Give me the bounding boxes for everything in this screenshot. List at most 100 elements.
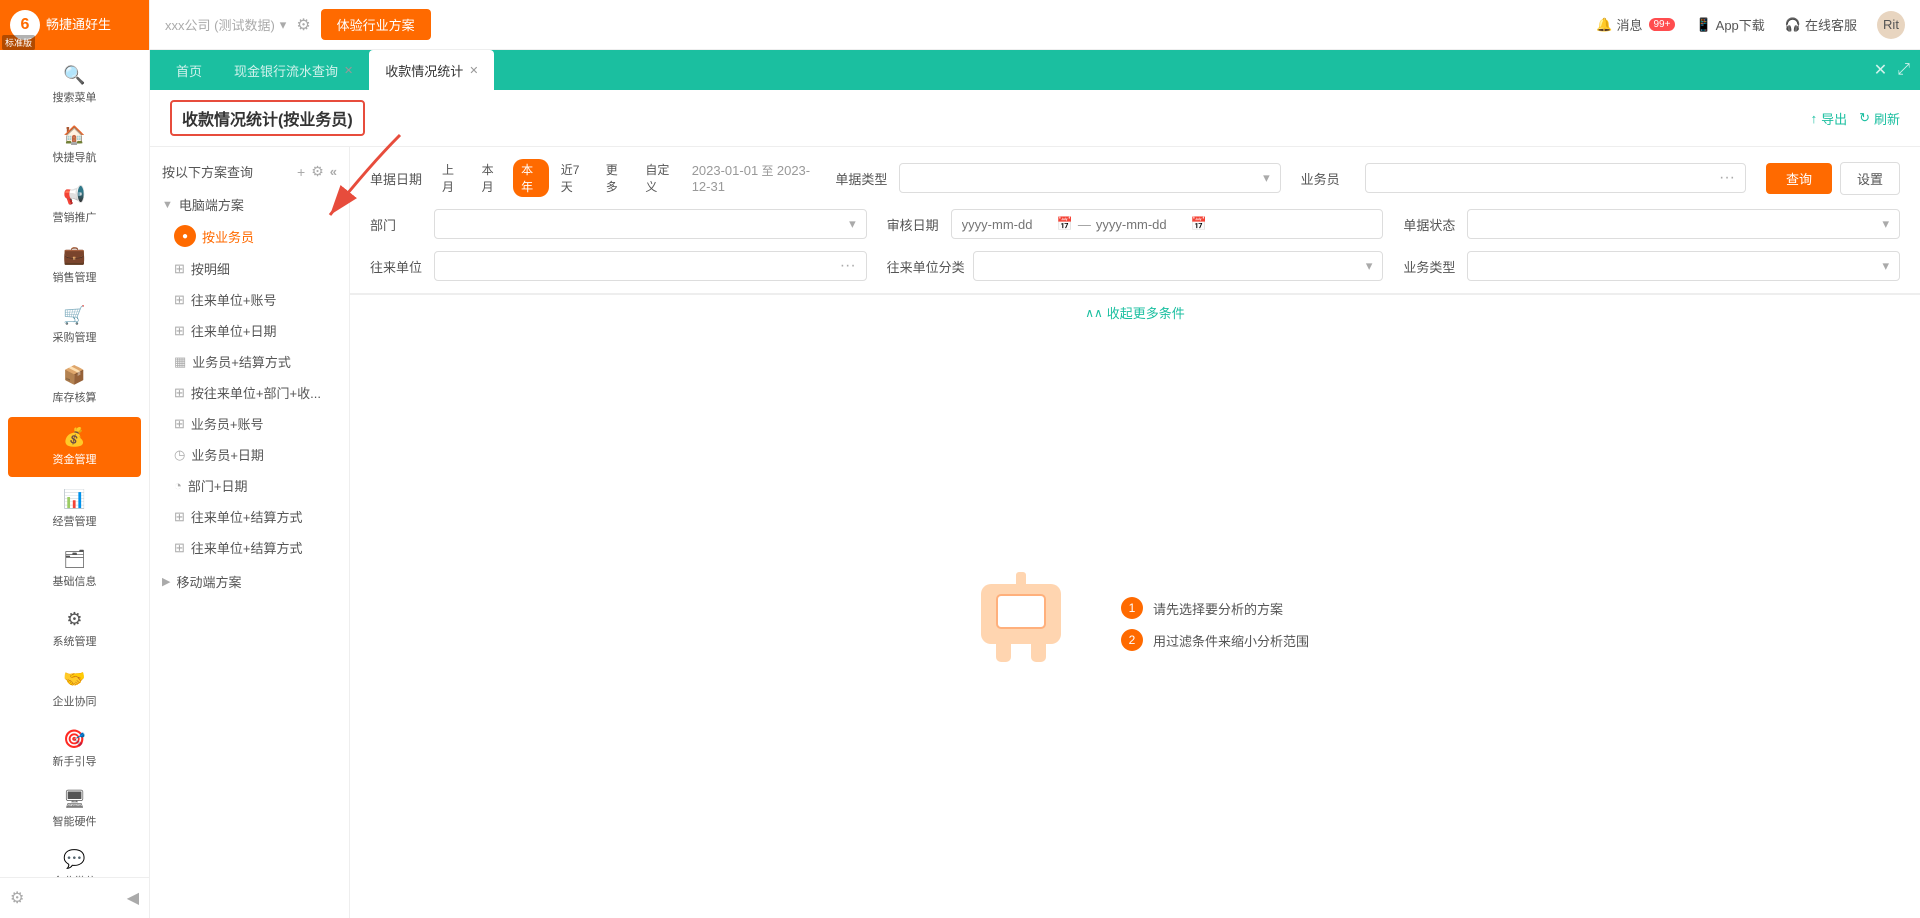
bank-flow-tab-label: 现金银行流水查询 bbox=[234, 61, 338, 80]
filter-row-2: 部门 ▾ 审核日期 📅 — bbox=[370, 209, 1900, 239]
filter-docstatus-item: 单据状态 ▾ bbox=[1403, 209, 1900, 239]
date-tab-last-month[interactable]: 上月 bbox=[434, 159, 470, 197]
export-btn[interactable]: ↑ 导出 bbox=[1811, 109, 1848, 128]
sidebar-item-quicknav[interactable]: 🏠 快捷导航 bbox=[0, 115, 149, 175]
sidebar-collapse-btn[interactable]: ◀ bbox=[127, 888, 139, 908]
online-service-btn[interactable]: 🎧 在线客服 bbox=[1785, 15, 1857, 34]
collapse-label: 收起更多条件 bbox=[1107, 303, 1185, 322]
page-header: 收款情况统计(按业务员) ↑ 导出 ↻ 刷新 bbox=[150, 90, 1920, 147]
desktop-group-label: 电脑端方案 bbox=[179, 195, 244, 214]
review-from-input[interactable] bbox=[962, 217, 1052, 232]
page-actions: ↑ 导出 ↻ 刷新 bbox=[1811, 109, 1900, 128]
salesperson-more-btn[interactable]: ··· bbox=[1719, 169, 1735, 187]
dept-dropdown[interactable]: ▾ bbox=[434, 209, 867, 239]
scheme-item-by-salesperson[interactable]: ● 按业务员 bbox=[150, 219, 349, 253]
scheme-item-unit-dept-receive[interactable]: ⊞ 按往来单位+部门+收... bbox=[150, 377, 349, 408]
scheme-group-desktop: ▼ 电脑端方案 ● 按业务员 ⊞ 按明细 ⊞ 往来单位+账号 bbox=[150, 190, 349, 563]
app-download-btn[interactable]: 📱 App下载 bbox=[1695, 15, 1764, 34]
sidebar-item-search[interactable]: 🔍 搜索菜单 bbox=[0, 55, 149, 115]
scheme-item-label: 往来单位+日期 bbox=[191, 321, 277, 340]
scheme-item-label: 业务员+日期 bbox=[191, 445, 264, 464]
sidebar-settings-btn[interactable]: ⚙ bbox=[10, 888, 24, 908]
sidebar-item-finance[interactable]: 💰 资金管理 bbox=[8, 417, 141, 477]
biztype-dropdown[interactable]: ▾ bbox=[1467, 251, 1900, 281]
sidebar-item-hardware[interactable]: 🖥 智能硬件 bbox=[0, 779, 149, 839]
review-to-calendar-icon: 📅 bbox=[1191, 216, 1207, 232]
date-tab-custom[interactable]: 自定义 bbox=[637, 159, 682, 197]
guide-icon: 🎯 bbox=[63, 729, 85, 750]
phone-icon: 📱 bbox=[1695, 17, 1711, 33]
scheme-group-desktop-header[interactable]: ▼ 电脑端方案 bbox=[150, 190, 349, 219]
user-avatar[interactable]: Rit bbox=[1877, 11, 1905, 39]
app-logo: 6 畅捷通好生 标准版 bbox=[0, 0, 149, 50]
finance-icon: 💰 bbox=[63, 427, 85, 448]
scheme-bar-icon: ▦ bbox=[174, 354, 186, 370]
query-btn[interactable]: 查询 bbox=[1766, 163, 1832, 194]
counterpart-more-btn[interactable]: ··· bbox=[840, 257, 856, 275]
docstatus-dropdown[interactable]: ▾ bbox=[1467, 209, 1900, 239]
scheme-dept-date-icon: ◔ bbox=[174, 478, 182, 493]
doctype-dropdown[interactable]: ▾ bbox=[899, 163, 1280, 193]
notification-btn[interactable]: 🔔 消息 99+ bbox=[1596, 15, 1675, 34]
home-tab-label: 首页 bbox=[176, 61, 202, 80]
trial-btn[interactable]: 体验行业方案 bbox=[321, 9, 431, 40]
notification-icon: 🔔 bbox=[1596, 17, 1612, 33]
tab-expand-btn[interactable]: ⤢ bbox=[1897, 61, 1910, 79]
filter-reviewdate-item: 审核日期 📅 — 📅 bbox=[887, 209, 1384, 239]
sidebar-item-guide[interactable]: 🎯 新手引导 bbox=[0, 719, 149, 779]
operation-icon: 📊 bbox=[63, 489, 85, 510]
sidebar-item-wechat[interactable]: 💬 企业微信 bbox=[0, 839, 149, 877]
scheme-settings-btn[interactable]: ⚙ bbox=[311, 163, 324, 180]
tab-bank-flow-close[interactable]: ✕ bbox=[344, 64, 353, 77]
scheme-item-unit-account[interactable]: ⊞ 往来单位+账号 bbox=[150, 284, 349, 315]
review-to-input[interactable] bbox=[1096, 217, 1186, 232]
sidebar-item-purchase[interactable]: 🛒 采购管理 bbox=[0, 295, 149, 355]
scheme-item-label: 按往来单位+部门+收... bbox=[191, 383, 321, 402]
step-2-text: 用过滤条件来缩小分析范围 bbox=[1153, 631, 1309, 650]
sidebar-item-operation[interactable]: 📊 经营管理 bbox=[0, 479, 149, 539]
date-tab-this-year[interactable]: 本年 bbox=[513, 159, 549, 197]
tab-bank-flow[interactable]: 现金银行流水查询 ✕ bbox=[218, 50, 369, 90]
scheme-group-mobile: ▶ 移动端方案 bbox=[150, 567, 349, 596]
sidebar-item-marketing[interactable]: 📢 营销推广 bbox=[0, 175, 149, 235]
scheme-item-dept-date[interactable]: ◔ 部门+日期 bbox=[150, 470, 349, 501]
collapse-chevron-icon: ∧∧ bbox=[1085, 306, 1103, 320]
settings-icon[interactable]: ⚙ bbox=[296, 15, 310, 35]
scheme-item-salesperson-payment[interactable]: ▦ 业务员+结算方式 bbox=[150, 346, 349, 377]
date-tab-more[interactable]: 更多 bbox=[598, 159, 634, 197]
results-area: 1 请先选择要分析的方案 2 用过滤条件来缩小分析范围 bbox=[350, 330, 1920, 918]
refresh-btn[interactable]: ↻ 刷新 bbox=[1859, 109, 1900, 128]
add-scheme-btn[interactable]: + bbox=[297, 164, 305, 180]
scheme-item-salesperson-account[interactable]: ⊞ 业务员+账号 bbox=[150, 408, 349, 439]
sidebar-item-system[interactable]: ⚙ 系统管理 bbox=[0, 599, 149, 659]
counterpart-dropdown[interactable]: ··· bbox=[434, 251, 867, 281]
collapse-bar[interactable]: ∧∧ 收起更多条件 bbox=[350, 294, 1920, 330]
scheme-group-mobile-header[interactable]: ▶ 移动端方案 bbox=[150, 567, 349, 596]
date-tab-7days[interactable]: 近7天 bbox=[553, 159, 594, 197]
tab-receivables[interactable]: 收款情况统计 ✕ bbox=[369, 50, 494, 90]
date-tab-this-month[interactable]: 本月 bbox=[474, 159, 510, 197]
reviewdate-label: 审核日期 bbox=[887, 215, 943, 234]
scheme-item-unit-date[interactable]: ⊞ 往来单位+日期 bbox=[150, 315, 349, 346]
breadcrumb-arrow[interactable]: ▾ bbox=[280, 17, 287, 33]
tab-receivables-close[interactable]: ✕ bbox=[469, 64, 478, 77]
tab-home[interactable]: 首页 bbox=[160, 50, 218, 90]
receivables-tab-label: 收款情况统计 bbox=[385, 61, 463, 80]
sidebar-item-inventory[interactable]: 📦 库存核算 bbox=[0, 355, 149, 415]
scheme-item-unit-payment2[interactable]: ⊞ 往来单位+结算方式 bbox=[150, 532, 349, 563]
filter-salesperson-item: 业务员 ··· bbox=[1301, 163, 1746, 193]
salesperson-dropdown[interactable]: ··· bbox=[1365, 163, 1746, 193]
docstatus-label: 单据状态 bbox=[1403, 215, 1459, 234]
tab-close-all-btn[interactable]: ✕ bbox=[1874, 60, 1887, 80]
counterpart-category-dropdown[interactable]: ▾ bbox=[973, 251, 1384, 281]
sidebar-item-basic[interactable]: 🗂 基础信息 bbox=[0, 539, 149, 599]
settings-btn[interactable]: 设置 bbox=[1840, 162, 1900, 195]
scheme-item-unit-payment1[interactable]: ⊞ 往来单位+结算方式 bbox=[150, 501, 349, 532]
collapse-scheme-btn[interactable]: « bbox=[330, 164, 337, 179]
review-from-calendar-icon: 📅 bbox=[1057, 216, 1073, 232]
sidebar-item-sales[interactable]: 💼 销售管理 bbox=[0, 235, 149, 295]
desktop-group-arrow: ▼ bbox=[162, 199, 173, 211]
scheme-item-by-detail[interactable]: ⊞ 按明细 bbox=[150, 253, 349, 284]
scheme-item-salesperson-date[interactable]: ◷ 业务员+日期 bbox=[150, 439, 349, 470]
sidebar-item-enterprise[interactable]: 🤝 企业协同 bbox=[0, 659, 149, 719]
